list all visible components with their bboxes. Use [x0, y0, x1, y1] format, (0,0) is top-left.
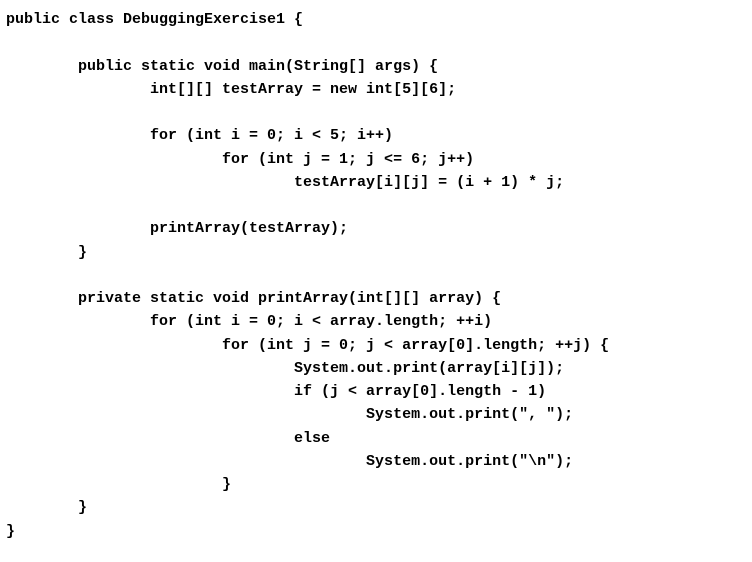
code-line: }	[6, 244, 87, 261]
code-line: for (int i = 0; i < 5; i++)	[6, 127, 393, 144]
code-line: else	[6, 430, 330, 447]
code-line: public class DebuggingExercise1 {	[6, 11, 303, 28]
code-block: public class DebuggingExercise1 { public…	[0, 0, 752, 551]
code-line: testArray[i][j] = (i + 1) * j;	[6, 174, 564, 191]
code-line: System.out.print("\n");	[6, 453, 573, 470]
code-line: }	[6, 476, 231, 493]
code-line: for (int j = 1; j <= 6; j++)	[6, 151, 474, 168]
code-line: System.out.print(", ");	[6, 406, 573, 423]
code-line: }	[6, 523, 15, 540]
code-line: for (int i = 0; i < array.length; ++i)	[6, 313, 492, 330]
code-line: printArray(testArray);	[6, 220, 348, 237]
code-line: }	[6, 499, 87, 516]
code-line: if (j < array[0].length - 1)	[6, 383, 546, 400]
code-line: int[][] testArray = new int[5][6];	[6, 81, 456, 98]
code-line: System.out.print(array[i][j]);	[6, 360, 564, 377]
code-line: public static void main(String[] args) {	[6, 58, 438, 75]
code-line: for (int j = 0; j < array[0].length; ++j…	[6, 337, 609, 354]
code-line: private static void printArray(int[][] a…	[6, 290, 501, 307]
